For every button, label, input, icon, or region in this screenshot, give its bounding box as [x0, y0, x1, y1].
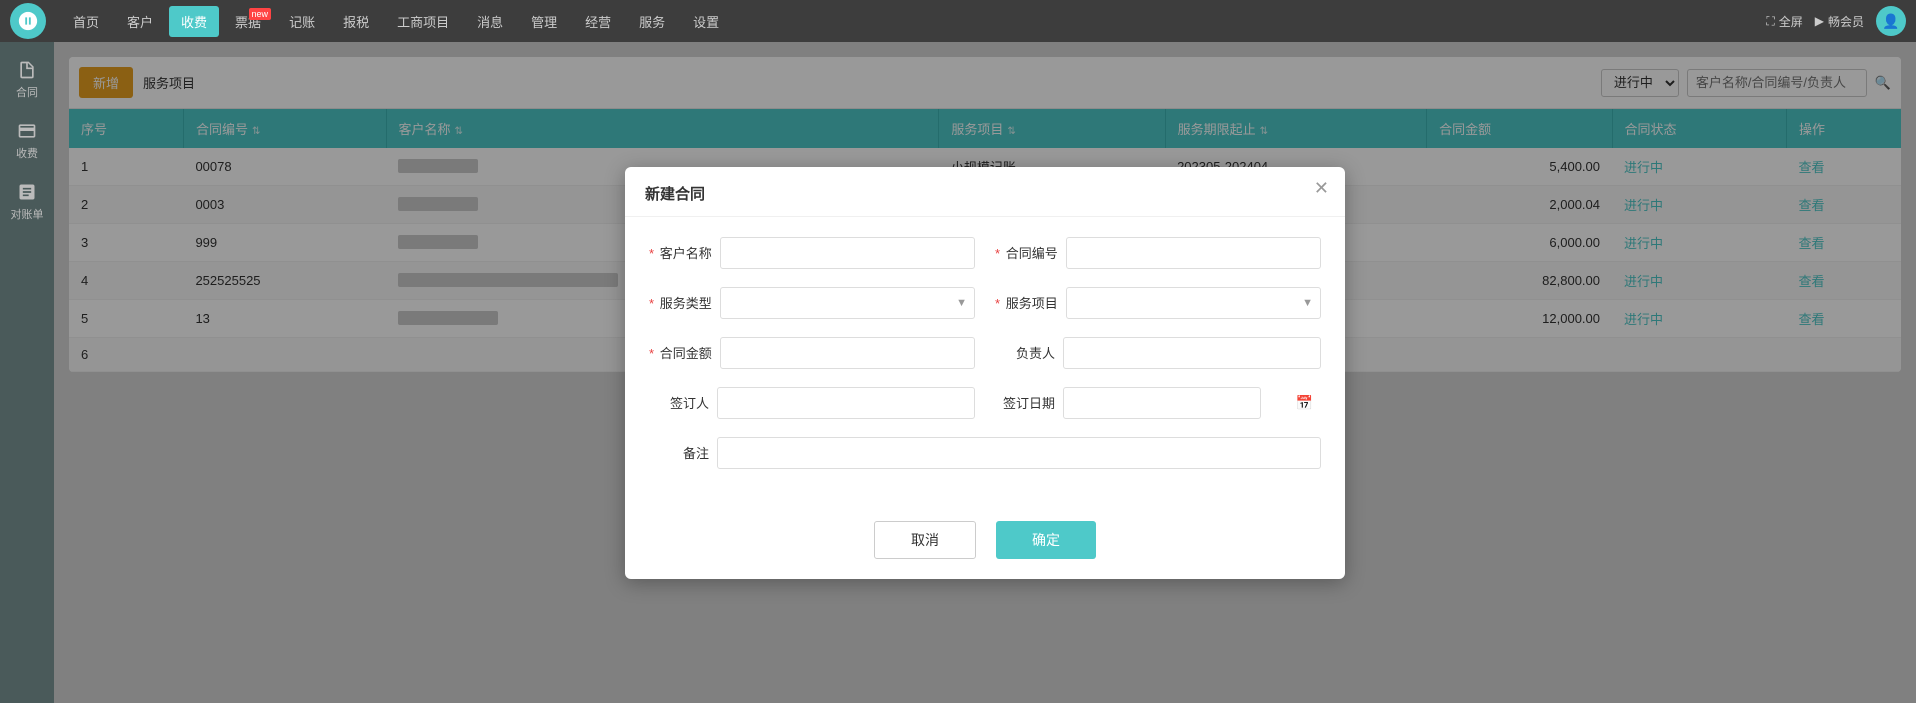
service-item-label: * 服务项目 — [995, 293, 1058, 312]
reconcile-icon — [17, 182, 37, 202]
form-group-contract-no: * 合同编号 — [995, 237, 1321, 269]
contract-no-input[interactable] — [1066, 237, 1321, 269]
nav-billing[interactable]: 收费 — [169, 6, 219, 37]
new-contract-modal: 新建合同 ✕ * 客户名称 — [625, 167, 1345, 579]
form-group-service-type: * 服务类型 ▼ — [649, 287, 975, 319]
nav-messages[interactable]: 消息 — [465, 6, 515, 37]
nav-business[interactable]: 工商项目 — [385, 6, 461, 37]
fullscreen-button[interactable]: ⛶ 全屏 — [1766, 13, 1802, 30]
required-star-2: * — [995, 246, 1000, 261]
service-type-select[interactable] — [720, 287, 975, 319]
form-group-signer: 签订人 — [649, 387, 975, 419]
modal-body: * 客户名称 * 合同编号 — [625, 217, 1345, 507]
customer-name-label: * 客户名称 — [649, 243, 712, 262]
play-icon: ▶ — [1815, 14, 1824, 28]
form-group-responsible: 负责人 — [995, 337, 1321, 369]
member-button[interactable]: ▶ 畅会员 — [1815, 13, 1864, 30]
required-star-4: * — [995, 296, 1000, 311]
service-type-wrapper: ▼ — [720, 287, 975, 319]
modal-overlay: 新建合同 ✕ * 客户名称 — [54, 42, 1916, 703]
contract-no-label: * 合同编号 — [995, 243, 1058, 262]
modal-footer: 取消 确定 — [625, 507, 1345, 579]
contract-icon — [17, 60, 37, 80]
main-layout: 合同 收费 对账单 新增 服务项目 — [0, 42, 1916, 703]
form-group-amount: * 合同金额 0.00 — [649, 337, 975, 369]
service-item-select[interactable] — [1066, 287, 1321, 319]
sidebar-item-reconcile[interactable]: 对账单 — [2, 174, 52, 230]
responsible-label: 负责人 — [995, 343, 1055, 362]
nav-invoice[interactable]: 票据 new — [223, 6, 273, 37]
sidebar-item-contract[interactable]: 合同 — [2, 52, 52, 108]
modal-header: 新建合同 ✕ — [625, 167, 1345, 217]
app-logo[interactable] — [10, 3, 46, 39]
responsible-input[interactable] — [1063, 337, 1321, 369]
form-row-4: 签订人 签订日期 2023-06-06 📅 — [649, 387, 1321, 419]
amount-input[interactable]: 0.00 — [720, 337, 975, 369]
content-area: 新增 服务项目 进行中 已结束 全部 🔍 序号 合同编号 — [54, 42, 1916, 703]
nav-home[interactable]: 首页 — [61, 6, 111, 37]
new-badge: new — [249, 8, 272, 20]
right-actions: ⛶ 全屏 ▶ 畅会员 👤 — [1766, 6, 1906, 36]
nav-tax[interactable]: 报税 — [331, 6, 381, 37]
form-row-2: * 服务类型 ▼ * — [649, 287, 1321, 319]
sidebar-item-billing[interactable]: 收费 — [2, 113, 52, 169]
sidebar: 合同 收费 对账单 — [0, 42, 54, 703]
date-input-wrapper: 2023-06-06 📅 — [1063, 387, 1321, 419]
billing-icon — [17, 121, 37, 141]
form-row-1: * 客户名称 * 合同编号 — [649, 237, 1321, 269]
required-star-3: * — [649, 296, 654, 311]
nav-operations[interactable]: 经营 — [573, 6, 623, 37]
nav-records[interactable]: 记账 — [277, 6, 327, 37]
service-item-wrapper: ▼ — [1066, 287, 1321, 319]
user-avatar[interactable]: 👤 — [1876, 6, 1906, 36]
modal-close-button[interactable]: ✕ — [1314, 179, 1329, 197]
sign-date-label: 签订日期 — [995, 393, 1055, 412]
form-row-5: 备注 — [649, 437, 1321, 469]
form-group-service-item: * 服务项目 ▼ — [995, 287, 1321, 319]
form-group-customer: * 客户名称 — [649, 237, 975, 269]
form-row-3: * 合同金额 0.00 负责人 — [649, 337, 1321, 369]
calendar-icon: 📅 — [1296, 394, 1313, 411]
sign-date-input[interactable]: 2023-06-06 — [1063, 387, 1261, 419]
nav-customer[interactable]: 客户 — [115, 6, 165, 37]
nav-manage[interactable]: 管理 — [519, 6, 569, 37]
required-star-1: * — [649, 246, 654, 261]
required-star-5: * — [649, 346, 654, 361]
amount-label: * 合同金额 — [649, 343, 712, 362]
fullscreen-icon: ⛶ — [1766, 14, 1774, 29]
nav-service[interactable]: 服务 — [627, 6, 677, 37]
service-type-label: * 服务类型 — [649, 293, 712, 312]
modal-title: 新建合同 — [645, 186, 705, 203]
note-label: 备注 — [649, 443, 709, 462]
nav-settings[interactable]: 设置 — [681, 6, 731, 37]
form-group-note: 备注 — [649, 437, 1321, 469]
cancel-button[interactable]: 取消 — [874, 521, 976, 559]
top-navigation: 首页 客户 收费 票据 new 记账 报税 工商项目 消息 管理 经营 服务 设… — [0, 0, 1916, 42]
signer-label: 签订人 — [649, 393, 709, 412]
customer-name-input[interactable] — [720, 237, 975, 269]
signer-input[interactable] — [717, 387, 975, 419]
nav-items: 首页 客户 收费 票据 new 记账 报税 工商项目 消息 管理 经营 服务 设… — [61, 6, 1766, 37]
form-group-sign-date: 签订日期 2023-06-06 📅 — [995, 387, 1321, 419]
note-input[interactable] — [717, 437, 1321, 469]
confirm-button[interactable]: 确定 — [996, 521, 1096, 559]
